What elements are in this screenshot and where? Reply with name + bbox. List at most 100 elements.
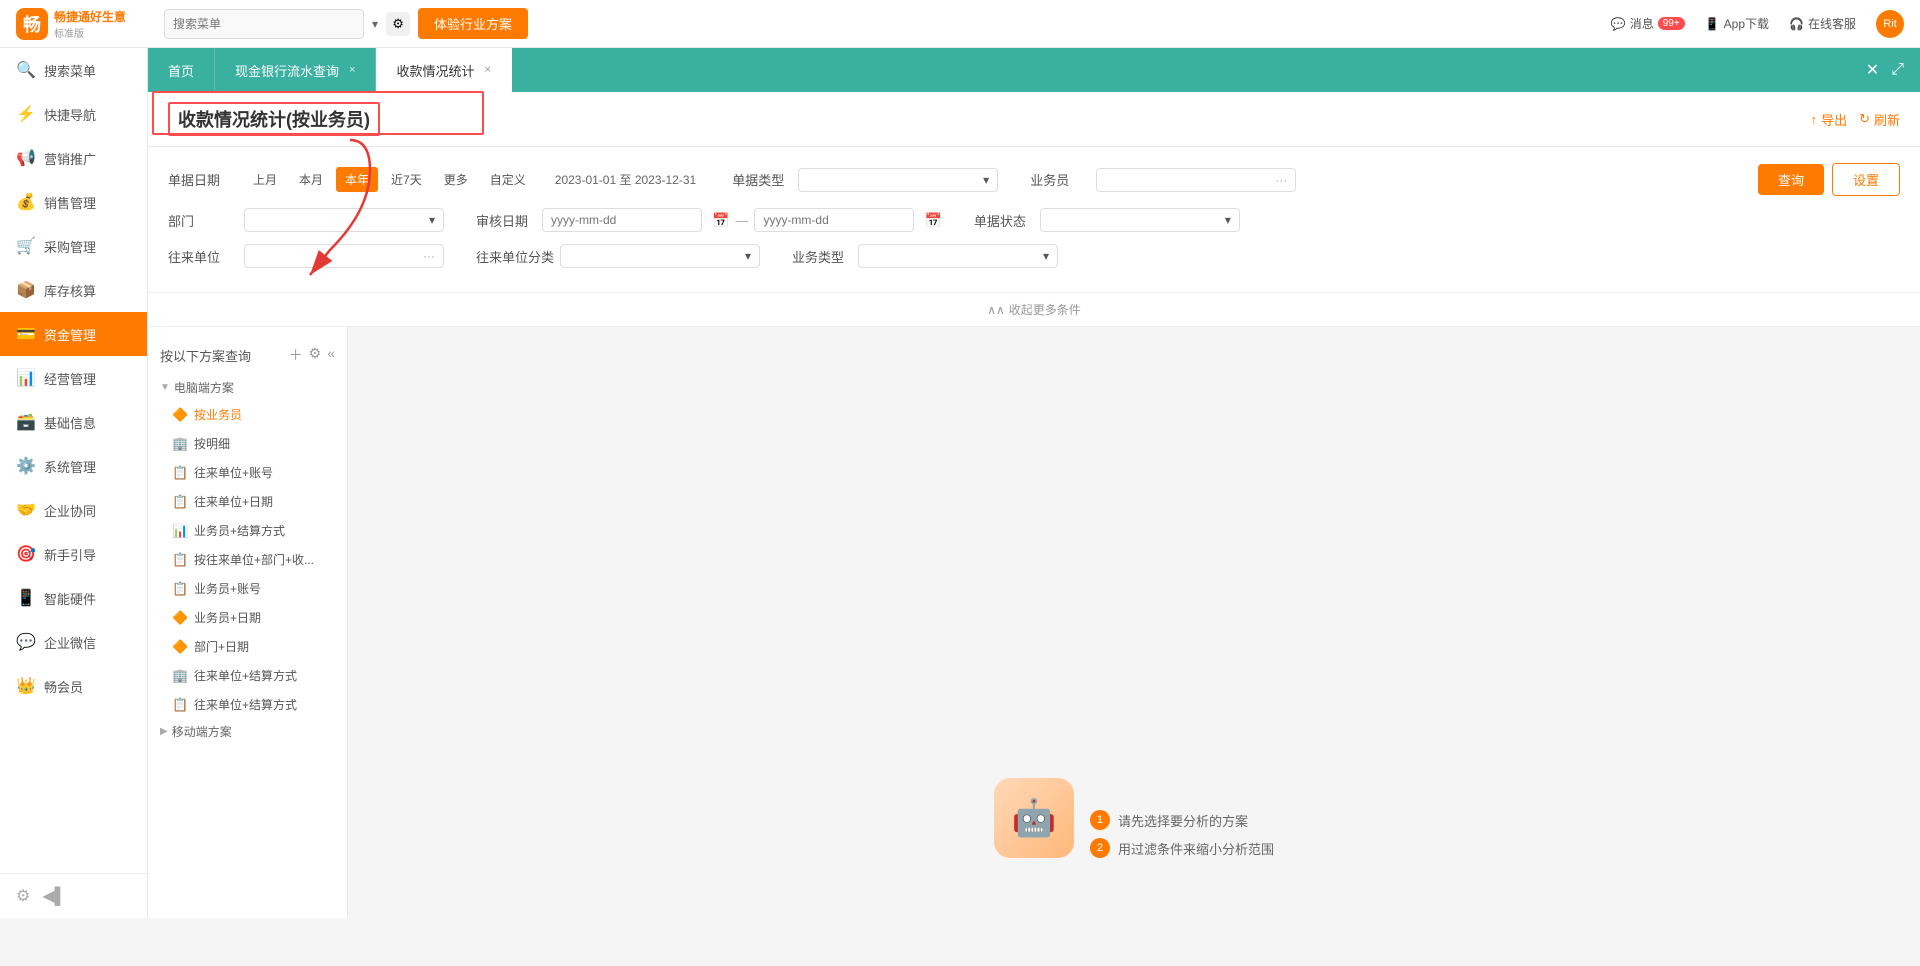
sidebar-item-finance[interactable]: 💳 资金管理	[0, 312, 147, 356]
partner-settlement2-icon: 🏢	[172, 668, 188, 684]
sidebar-item-label: 新手引导	[44, 545, 96, 564]
tab-receipt-stats-close[interactable]: ×	[484, 64, 490, 76]
sidebar-item-basic-info[interactable]: 🗃️ 基础信息	[0, 400, 147, 444]
panel-group-mobile[interactable]: ▶ 移动端方案	[148, 719, 347, 744]
sidebar-item-label: 基础信息	[44, 413, 96, 432]
sidebar-item-cooperation[interactable]: 🤝 企业协同	[0, 488, 147, 532]
refresh-button[interactable]: ↻ 刷新	[1859, 110, 1900, 129]
tab-receipt-stats[interactable]: 收款情况统计 ×	[376, 48, 511, 92]
doc-type-select[interactable]: ▾	[798, 168, 998, 192]
salesperson-filter: 业务员 ···	[1030, 168, 1296, 192]
gear-icon[interactable]: ⚙	[386, 12, 410, 36]
panel-item-by-salesperson[interactable]: 🔶 按业务员	[148, 400, 347, 429]
tab-close-all-icon[interactable]: ✕	[1866, 60, 1879, 80]
review-date-from[interactable]	[542, 208, 702, 232]
date-tab-this-month[interactable]: 本月	[290, 167, 332, 192]
panel-item-partner-dept-receipt[interactable]: 📋 按往来单位+部门+收...	[148, 545, 347, 574]
operations-icon: 📊	[16, 368, 36, 388]
panel-item-partner-settlement2[interactable]: 🏢 往来单位+结算方式	[148, 661, 347, 690]
tab-expand-icon[interactable]: ⤢	[1891, 61, 1904, 79]
cooperation-icon: 🤝	[16, 500, 36, 520]
sidebar-item-wechat[interactable]: 💬 企业微信	[0, 620, 147, 664]
page-title-actions: ↑ 导出 ↻ 刷新	[1811, 110, 1900, 129]
review-date-to[interactable]	[754, 208, 914, 232]
panel-item-partner-settlement3[interactable]: 📋 往来单位+结算方式	[148, 690, 347, 719]
chevron-up-icon: ∧∧	[987, 303, 1005, 317]
set-button[interactable]: 设置	[1832, 163, 1900, 196]
right-main-area: 🤖 1 请先选择要分析的方案 2 用过滤条件来缩小分析范围	[348, 327, 1920, 918]
header-nav-dropdown[interactable]: ▾	[372, 17, 378, 31]
export-icon: ↑	[1811, 112, 1818, 127]
sidebar-item-label: 采购管理	[44, 237, 96, 256]
sales-settlement-icon: 📊	[172, 523, 188, 539]
sidebar-item-operations[interactable]: 📊 经营管理	[0, 356, 147, 400]
search-input[interactable]	[164, 9, 364, 39]
panel-item-salesperson-account[interactable]: 📋 业务员+账号	[148, 574, 347, 603]
salesperson-account-icon: 📋	[172, 581, 188, 597]
online-service-action[interactable]: 🎧 在线客服	[1789, 15, 1856, 32]
trial-button[interactable]: 体验行业方案	[418, 8, 528, 39]
tab-home[interactable]: 首页	[148, 48, 215, 92]
partner-more-btn[interactable]: ···	[423, 249, 435, 263]
panel-add-button[interactable]: ＋	[289, 345, 303, 365]
panel-item-partner-account[interactable]: 📋 往来单位+账号	[148, 458, 347, 487]
vip-icon: 👑	[16, 676, 36, 696]
partner-select[interactable]: ···	[244, 244, 444, 268]
sales-icon: 💰	[16, 192, 36, 212]
review-date-label: 审核日期	[476, 211, 536, 230]
calendar-icon-from[interactable]: 📅	[712, 212, 729, 229]
sidebar-item-purchase[interactable]: 🛒 采购管理	[0, 224, 147, 268]
panel-item-sales-settlement[interactable]: 📊 业务员+结算方式	[148, 516, 347, 545]
panel-collapse-button[interactable]: «	[327, 345, 335, 365]
date-tab-last-month[interactable]: 上月	[244, 167, 286, 192]
sidebar-settings-icon[interactable]: ⚙	[16, 886, 30, 906]
sidebar-item-quick-nav[interactable]: ⚡ 快捷导航	[0, 92, 147, 136]
salesperson-select[interactable]: ···	[1096, 168, 1296, 192]
message-action[interactable]: 💬 消息 99+	[1611, 15, 1685, 32]
biz-type-select[interactable]: ▾	[858, 244, 1058, 268]
phone-icon: 📱	[1705, 17, 1720, 31]
app-download-action[interactable]: 📱 App下载	[1705, 15, 1769, 32]
sidebar-item-search-menu[interactable]: 🔍 搜索菜单	[0, 48, 147, 92]
collapse-button[interactable]: ∧∧ 收起更多条件	[987, 301, 1081, 318]
sidebar-item-sales[interactable]: 💰 销售管理	[0, 180, 147, 224]
calendar-icon-to[interactable]: 📅	[924, 212, 941, 229]
panel-item-partner-date[interactable]: 📋 往来单位+日期	[148, 487, 347, 516]
inventory-icon: 📦	[16, 280, 36, 300]
date-tab-custom[interactable]: 自定义	[481, 167, 535, 192]
panel-settings-button[interactable]: ⚙	[309, 345, 322, 365]
tab-bank-flow-close[interactable]: ×	[349, 64, 355, 76]
sidebar-item-system[interactable]: ⚙️ 系统管理	[0, 444, 147, 488]
date-tab-this-year[interactable]: 本年	[336, 167, 378, 192]
sidebar-item-label: 系统管理	[44, 457, 96, 476]
sidebar-item-inventory[interactable]: 📦 库存核算	[0, 268, 147, 312]
sidebar-collapse-icon[interactable]: ◀▌	[42, 886, 66, 906]
panel-group-desktop[interactable]: ▼ 电脑端方案	[148, 375, 347, 400]
hint-item-1: 1 请先选择要分析的方案	[1090, 810, 1274, 830]
sidebar: 🔍 搜索菜单 ⚡ 快捷导航 📢 营销推广 💰 销售管理 🛒 采购管理 📦 库存核…	[0, 48, 148, 918]
tab-bank-flow-label: 现金银行流水查询	[235, 61, 339, 80]
user-avatar[interactable]: Rit	[1876, 10, 1904, 38]
tab-bank-flow[interactable]: 现金银行流水查询 ×	[215, 48, 376, 92]
panel-item-dept-date[interactable]: 🔶 部门+日期	[148, 632, 347, 661]
nav-icon: ⚡	[16, 104, 36, 124]
export-button[interactable]: ↑ 导出	[1811, 110, 1848, 129]
service-icon: 🎧	[1789, 17, 1804, 31]
logo-icon: 畅	[16, 8, 48, 40]
sidebar-item-vip[interactable]: 👑 畅会员	[0, 664, 147, 708]
date-tab-7days[interactable]: 近7天	[382, 167, 431, 192]
system-icon: ⚙️	[16, 456, 36, 476]
sidebar-item-hardware[interactable]: 📱 智能硬件	[0, 576, 147, 620]
dept-select[interactable]: ▾	[244, 208, 444, 232]
page-title: 收款情况统计(按业务员)	[168, 102, 380, 136]
sidebar-item-marketing[interactable]: 📢 营销推广	[0, 136, 147, 180]
sidebar-item-guide[interactable]: 🎯 新手引导	[0, 532, 147, 576]
panel-item-mingxi[interactable]: 🏢 按明细	[148, 429, 347, 458]
panel-item-salesperson-date[interactable]: 🔶 业务员+日期	[148, 603, 347, 632]
query-button[interactable]: 查询	[1758, 164, 1824, 195]
partner-category-select[interactable]: ▾	[560, 244, 760, 268]
dept-date-icon: 🔶	[172, 639, 188, 655]
date-tab-more[interactable]: 更多	[435, 167, 477, 192]
doc-status-select[interactable]: ▾	[1040, 208, 1240, 232]
filter-row-actions: 查询 设置	[1758, 163, 1900, 196]
